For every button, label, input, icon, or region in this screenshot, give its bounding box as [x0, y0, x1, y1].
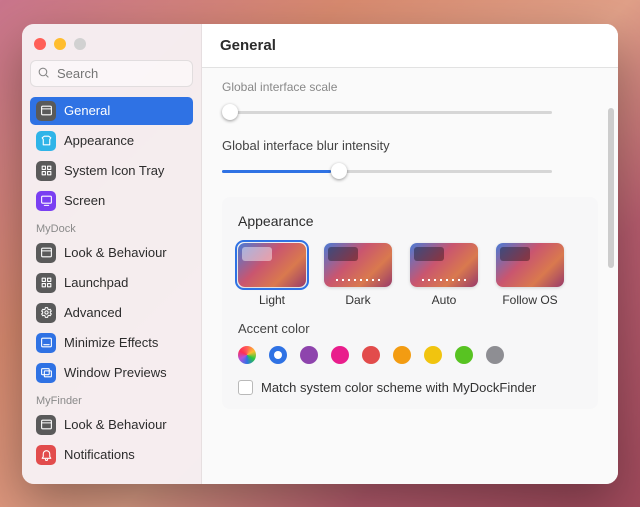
- theme-option-dark[interactable]: Dark: [324, 243, 392, 307]
- sidebar-item-label: Screen: [64, 193, 105, 208]
- accent-color-row: [238, 346, 582, 364]
- theme-option-followos[interactable]: Follow OS: [496, 243, 564, 307]
- minimize-icon: [36, 333, 56, 353]
- sidebar-item-launchpad[interactable]: Launchpad: [30, 269, 193, 297]
- theme-label: Auto: [432, 293, 457, 307]
- sidebar-item-advanced[interactable]: Advanced: [30, 299, 193, 327]
- sidebar-item-label: Look & Behaviour: [64, 417, 167, 432]
- page-title-bar: General: [202, 24, 618, 68]
- accent-color-label: Accent color: [238, 321, 582, 336]
- accent-pink[interactable]: [331, 346, 349, 364]
- theme-option-auto[interactable]: Auto: [410, 243, 478, 307]
- accent-multi[interactable]: [238, 346, 256, 364]
- match-system-label: Match system color scheme with MyDockFin…: [261, 380, 536, 395]
- match-system-checkbox[interactable]: [238, 380, 253, 395]
- sidebar-item-label: General: [64, 103, 110, 118]
- accent-orange[interactable]: [393, 346, 411, 364]
- grid-icon: [36, 161, 56, 181]
- accent-green[interactable]: [455, 346, 473, 364]
- accent-gray[interactable]: [486, 346, 504, 364]
- sidebar-item-label: Advanced: [64, 305, 122, 320]
- accent-red[interactable]: [362, 346, 380, 364]
- sidebar-item-label: Window Previews: [64, 365, 167, 380]
- blur-label: Global interface blur intensity: [222, 138, 598, 153]
- match-system-row[interactable]: Match system color scheme with MyDockFin…: [238, 380, 582, 395]
- sidebar-item-notifications[interactable]: Notifications: [30, 441, 193, 469]
- window-icon: [36, 101, 56, 121]
- blur-slider-thumb[interactable]: [331, 163, 347, 179]
- theme-options: Light Dark Auto Follow OS: [238, 243, 582, 307]
- sidebar-item-look-behaviour2[interactable]: Look & Behaviour: [30, 411, 193, 439]
- sidebar-item-label: Appearance: [64, 133, 134, 148]
- scrollbar[interactable]: [608, 108, 614, 268]
- page-title: General: [220, 37, 276, 54]
- sidebar-item-system-tray[interactable]: System Icon Tray: [30, 157, 193, 185]
- accent-yellow[interactable]: [424, 346, 442, 364]
- search-icon: [37, 66, 50, 79]
- window-icon: [36, 243, 56, 263]
- appearance-section: Appearance Light Dark Auto Follow OS Accent…: [222, 197, 598, 409]
- window-controls: [30, 34, 193, 60]
- scale-label: Global interface scale: [222, 80, 598, 94]
- content-area: Global interface scale Global interface …: [202, 68, 618, 484]
- main-panel: General Global interface scale Global in…: [202, 24, 618, 484]
- sidebar-item-screen[interactable]: Screen: [30, 187, 193, 215]
- sidebar-item-look-behaviour[interactable]: Look & Behaviour: [30, 239, 193, 267]
- search-input[interactable]: [30, 60, 193, 87]
- theme-thumb-light: [238, 243, 306, 287]
- zoom-window-button[interactable]: [74, 38, 86, 50]
- blur-slider[interactable]: [222, 163, 552, 179]
- previews-icon: [36, 363, 56, 383]
- appearance-title: Appearance: [238, 213, 582, 229]
- window-icon: [36, 415, 56, 435]
- search-field[interactable]: [30, 60, 193, 87]
- sidebar-section-myfinder: MyFinder: [30, 389, 193, 411]
- grid-icon: [36, 273, 56, 293]
- sidebar-section-mydock: MyDock: [30, 217, 193, 239]
- sidebar-item-label: Launchpad: [64, 275, 128, 290]
- theme-label: Follow OS: [502, 293, 557, 307]
- bell-icon: [36, 445, 56, 465]
- theme-label: Light: [259, 293, 285, 307]
- sidebar: General Appearance System Icon Tray Screen M…: [22, 24, 202, 484]
- accent-purple[interactable]: [300, 346, 318, 364]
- gear-icon: [36, 303, 56, 323]
- theme-thumb-dark: [324, 243, 392, 287]
- theme-thumb-auto: [410, 243, 478, 287]
- sidebar-item-label: Look & Behaviour: [64, 245, 167, 260]
- sidebar-item-label: Notifications: [64, 447, 135, 462]
- sidebar-item-previews[interactable]: Window Previews: [30, 359, 193, 387]
- theme-thumb-followos: [496, 243, 564, 287]
- screen-icon: [36, 191, 56, 211]
- scale-slider-thumb[interactable]: [222, 104, 238, 120]
- sidebar-item-general[interactable]: General: [30, 97, 193, 125]
- theme-label: Dark: [345, 293, 370, 307]
- sidebar-item-minimize[interactable]: Minimize Effects: [30, 329, 193, 357]
- close-window-button[interactable]: [34, 38, 46, 50]
- scale-slider[interactable]: [222, 104, 552, 120]
- minimize-window-button[interactable]: [54, 38, 66, 50]
- theme-option-light[interactable]: Light: [238, 243, 306, 307]
- sidebar-item-label: System Icon Tray: [64, 163, 164, 178]
- settings-window: General Appearance System Icon Tray Screen M…: [22, 24, 618, 484]
- shirt-icon: [36, 131, 56, 151]
- accent-blue[interactable]: [269, 346, 287, 364]
- sidebar-item-appearance[interactable]: Appearance: [30, 127, 193, 155]
- sidebar-item-label: Minimize Effects: [64, 335, 158, 350]
